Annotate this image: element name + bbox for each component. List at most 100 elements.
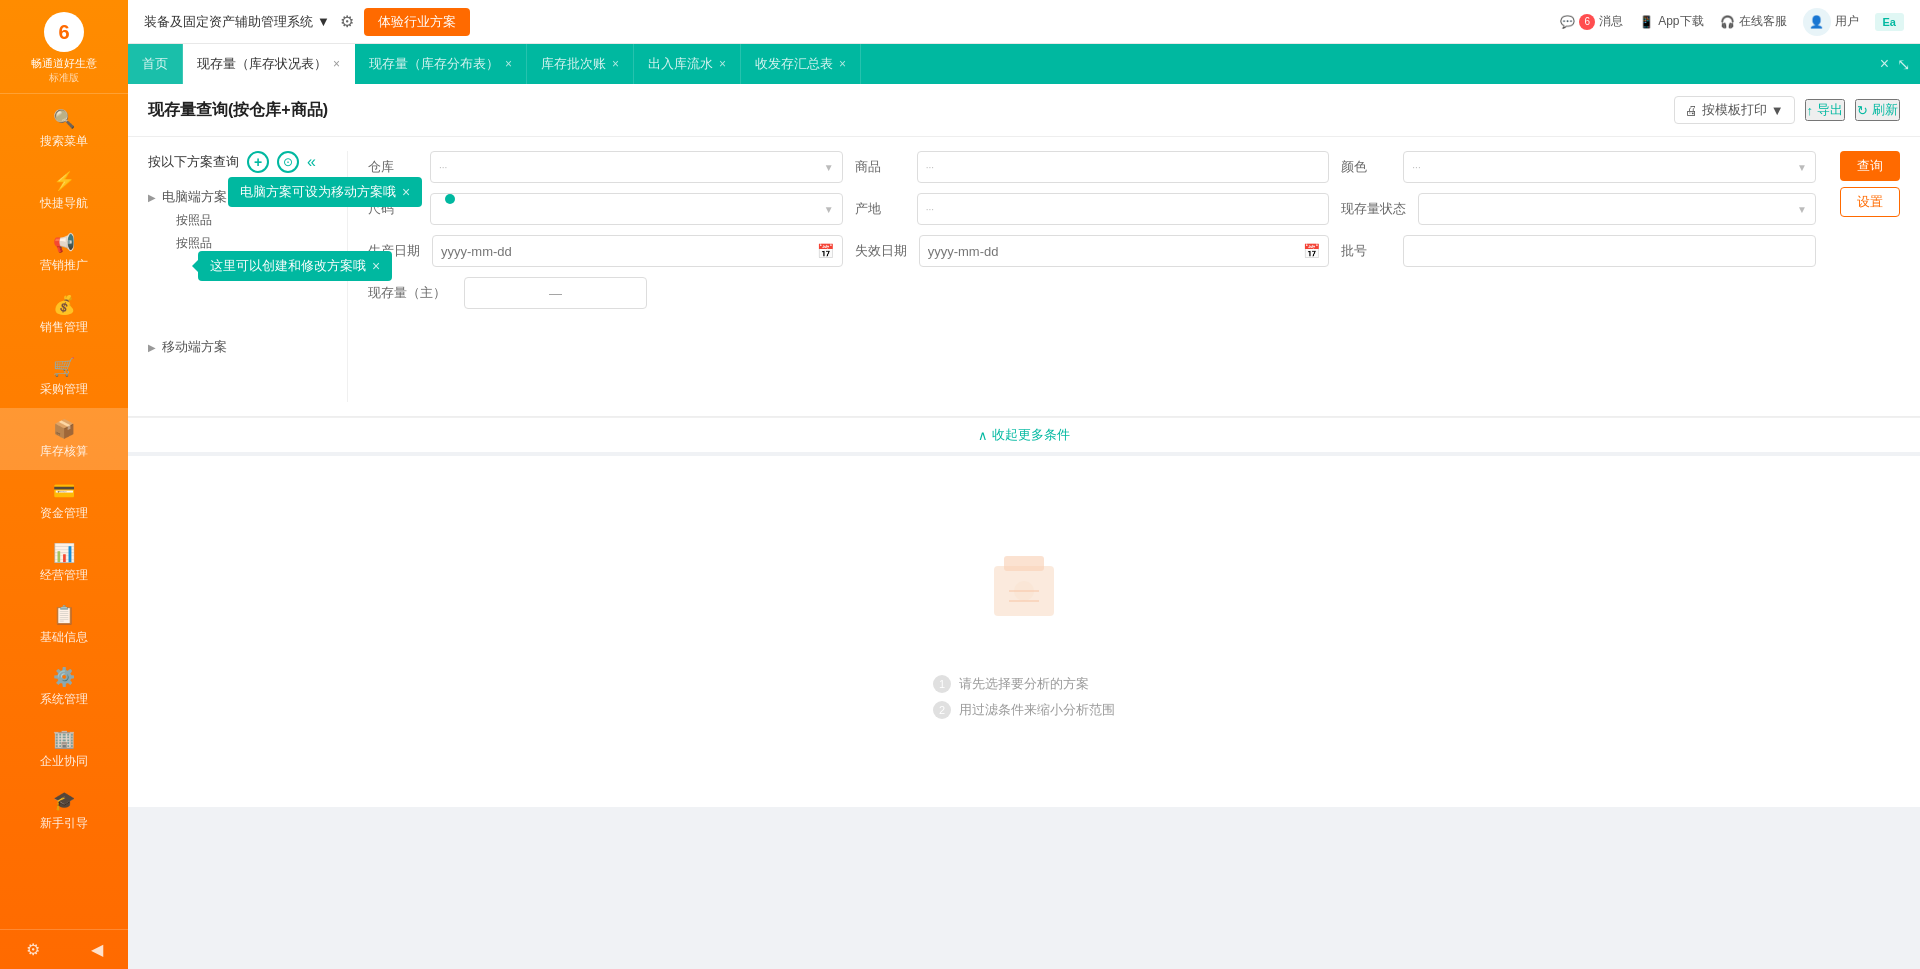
- empty-illustration: [974, 536, 1074, 655]
- inv-qty-min-input[interactable]: [473, 286, 543, 301]
- size-arrow-icon: ▼: [824, 204, 834, 215]
- range-separator: —: [549, 286, 562, 301]
- exp-date-calendar-icon[interactable]: 📅: [1303, 243, 1320, 259]
- tab-inventory-dist[interactable]: 现存量（库存分布表） ×: [355, 44, 527, 84]
- refresh-button[interactable]: ↻ 刷新: [1855, 99, 1900, 121]
- tooltip-create-scheme: 这里可以创建和修改方案哦 ×: [198, 251, 392, 281]
- inv-qty-max-input[interactable]: [568, 286, 638, 301]
- origin-dots: ···: [926, 204, 934, 215]
- sidebar-item-guide[interactable]: 🎓 新手引导: [0, 780, 128, 842]
- warehouse-select[interactable]: ··· ▼: [430, 151, 843, 183]
- sidebar-item-search[interactable]: 🔍 搜索菜单: [0, 98, 128, 160]
- guide-icon: 🎓: [53, 790, 75, 812]
- messages-button[interactable]: 💬 6 消息: [1560, 13, 1623, 30]
- chevron-print-icon: ▼: [1771, 103, 1784, 118]
- prev-scheme-button[interactable]: «: [307, 153, 316, 171]
- size-select[interactable]: ▼: [430, 193, 843, 225]
- pc-scheme-item-1[interactable]: 按照品: [168, 209, 335, 232]
- inv-qty-label: 现存量（主）: [368, 284, 446, 302]
- sidebar-item-basic[interactable]: 📋 基础信息: [0, 594, 128, 656]
- app-download-button[interactable]: 📱 App下载: [1639, 13, 1703, 30]
- sidebar-item-quick[interactable]: ⚡ 快捷导航: [0, 160, 128, 222]
- filter-layout: 按以下方案查询 + ⊙ « 电脑方案可设为移动方案哦 × ▶ 电脑端方案 按: [128, 137, 1920, 417]
- sidebar-nav: 🔍 搜索菜单 ⚡ 快捷导航 📢 营销推广 💰 销售管理 🛒 采购管理 📦 库存核…: [0, 98, 128, 929]
- step-1-num: 1: [933, 675, 951, 693]
- online-support-button[interactable]: 🎧 在线客服: [1720, 13, 1787, 30]
- tab-inventory-status-label: 现存量（库存状况表）: [197, 55, 327, 73]
- quick-icon: ⚡: [53, 170, 75, 192]
- goods-select[interactable]: ···: [917, 151, 1330, 183]
- sidebar-item-purchase[interactable]: 🛒 采购管理: [0, 346, 128, 408]
- sidebar-item-label: 搜索菜单: [40, 133, 88, 150]
- fields-grid-container: 仓库 ··· ▼ 商品 ···: [368, 151, 1816, 319]
- sidebar-item-system[interactable]: ⚙️ 系统管理: [0, 656, 128, 718]
- sidebar-item-label: 新手引导: [40, 815, 88, 832]
- settings-icon[interactable]: ⚙: [340, 12, 354, 31]
- tab-flow[interactable]: 出入库流水 ×: [634, 44, 741, 84]
- tab-close-inventory-dist[interactable]: ×: [505, 57, 512, 71]
- tab-flow-label: 出入库流水: [648, 55, 713, 73]
- field-color: 颜色 ··· ▼: [1341, 151, 1816, 183]
- mobile-arrow-icon: ▶: [148, 342, 156, 353]
- user-button[interactable]: 👤 用户: [1803, 8, 1859, 36]
- marketing-icon: 📢: [53, 232, 75, 254]
- origin-select[interactable]: ···: [917, 193, 1330, 225]
- batch-no-input[interactable]: [1403, 235, 1816, 267]
- set-button[interactable]: 设置: [1840, 187, 1900, 217]
- sidebar-item-finance[interactable]: 💳 资金管理: [0, 470, 128, 532]
- step-2-num: 2: [933, 701, 951, 719]
- copy-scheme-button[interactable]: ⊙: [277, 151, 299, 173]
- sidebar-item-marketing[interactable]: 📢 营销推广: [0, 222, 128, 284]
- settings-bottom-icon[interactable]: ⚙: [26, 940, 40, 959]
- sidebar-item-operations[interactable]: 📊 经营管理: [0, 532, 128, 594]
- collapse-conditions-button[interactable]: ∧ 收起更多条件: [128, 417, 1920, 452]
- tooltip2-close[interactable]: ×: [372, 258, 380, 274]
- tab-close-flow[interactable]: ×: [719, 57, 726, 71]
- add-scheme-button[interactable]: +: [247, 151, 269, 173]
- inv-status-select[interactable]: ▼: [1418, 193, 1816, 225]
- sidebar-item-inventory[interactable]: 📦 库存核算: [0, 408, 128, 470]
- search-button[interactable]: 查询: [1840, 151, 1900, 181]
- field-warehouse: 仓库 ··· ▼: [368, 151, 843, 183]
- field-goods: 商品 ···: [855, 151, 1330, 183]
- exp-date-wrap: 📅: [919, 235, 1330, 267]
- sidebar-item-label: 企业协同: [40, 753, 88, 770]
- filter-row-2: 尺码 ▼ 产地 ···: [368, 193, 1816, 225]
- collapse-bottom-icon[interactable]: ◀: [91, 940, 103, 959]
- exp-date-input[interactable]: [928, 244, 1298, 259]
- tab-expand-icon[interactable]: ⤡: [1897, 55, 1910, 74]
- pc-scheme-items: 按照品 按照品: [168, 209, 335, 255]
- tab-inventory-status[interactable]: 现存量（库存状况表） ×: [183, 44, 355, 84]
- color-select[interactable]: ··· ▼: [1403, 151, 1816, 183]
- batch-no-label: 批号: [1341, 242, 1391, 260]
- tab-close-batch[interactable]: ×: [612, 57, 619, 71]
- prod-date-input[interactable]: [441, 244, 811, 259]
- system-selector[interactable]: 装备及固定资产辅助管理系统 ▼: [144, 13, 330, 31]
- sidebar-item-label: 系统管理: [40, 691, 88, 708]
- tab-collect[interactable]: 收发存汇总表 ×: [741, 44, 861, 84]
- sidebar-item-enterprise[interactable]: 🏢 企业协同: [0, 718, 128, 780]
- sidebar-item-sales[interactable]: 💰 销售管理: [0, 284, 128, 346]
- experience-button[interactable]: 体验行业方案: [364, 8, 470, 36]
- action-buttons: 查询 设置: [1840, 151, 1900, 217]
- message-label: 消息: [1599, 13, 1623, 30]
- mobile-scheme-header[interactable]: ▶ 移动端方案: [148, 335, 335, 359]
- sales-icon: 💰: [53, 294, 75, 316]
- color-dots: ···: [1412, 162, 1420, 173]
- template-print-button[interactable]: 🖨 按模板打印 ▼: [1674, 96, 1795, 124]
- prod-date-calendar-icon[interactable]: 📅: [817, 243, 834, 259]
- tab-batch-account[interactable]: 库存批次账 ×: [527, 44, 634, 84]
- warehouse-dots: ···: [439, 162, 447, 173]
- empty-svg: [974, 536, 1074, 636]
- main-content: 现存量查询(按仓库+商品) 🖨 按模板打印 ▼ ↑ 导出 ↻ 刷新 按以下方案查…: [128, 84, 1920, 969]
- tab-close-collect[interactable]: ×: [839, 57, 846, 71]
- tab-close-inventory-status[interactable]: ×: [333, 57, 340, 71]
- collapse-label: 收起更多条件: [992, 426, 1070, 444]
- tab-home[interactable]: 首页: [128, 44, 183, 84]
- tooltip1-close[interactable]: ×: [402, 184, 410, 200]
- sidebar-item-label: 基础信息: [40, 629, 88, 646]
- origin-label: 产地: [855, 200, 905, 218]
- export-button[interactable]: ↑ 导出: [1805, 99, 1846, 121]
- tab-close-all-icon[interactable]: ×: [1880, 55, 1889, 73]
- warehouse-label: 仓库: [368, 158, 418, 176]
